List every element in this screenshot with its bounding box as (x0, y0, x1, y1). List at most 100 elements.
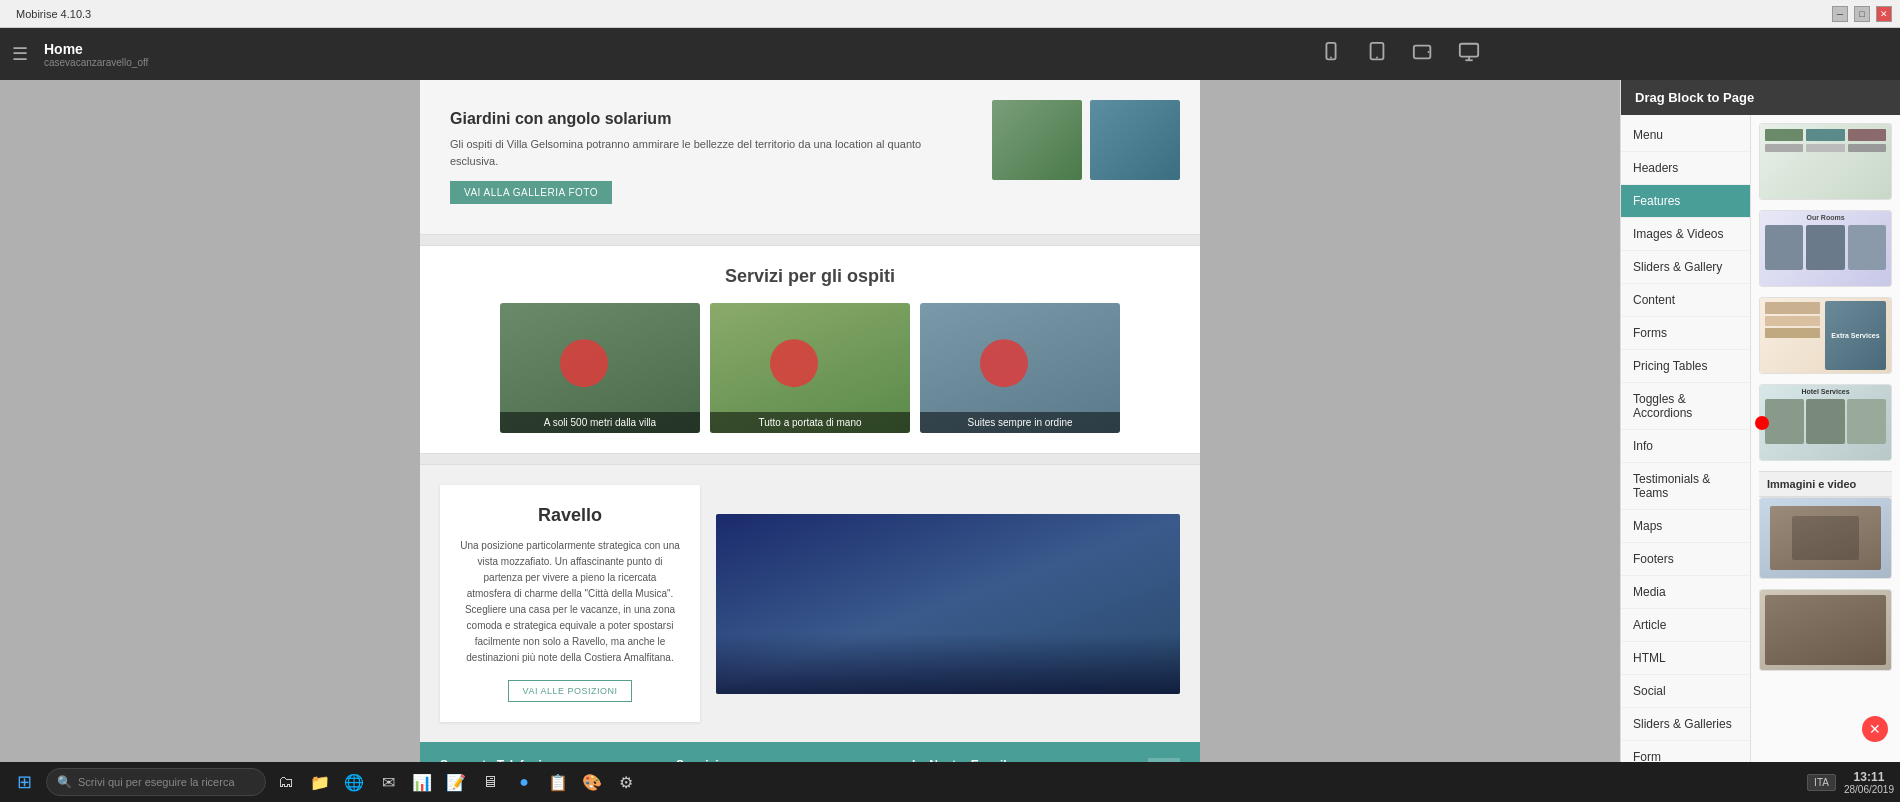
maximize-button[interactable]: □ (1854, 6, 1870, 22)
language-badge: ITA (1807, 774, 1836, 791)
garden-image-2 (1090, 100, 1180, 180)
category-article[interactable]: Article (1621, 609, 1750, 642)
taskbar-icon-3[interactable]: 🌐 (338, 766, 370, 798)
taskbar-icon-chrome[interactable]: ● (508, 766, 540, 798)
category-features[interactable]: Features (1621, 185, 1750, 218)
category-menu[interactable]: Menu (1621, 119, 1750, 152)
app-header: ☰ Home casevacanzaravello_off (0, 28, 1900, 80)
taskbar-right: ITA 13:11 28/06/2019 (1807, 770, 1894, 795)
category-media[interactable]: Media (1621, 576, 1750, 609)
ravello-desc: Una posizione particolarmente strategica… (460, 538, 680, 666)
category-headers[interactable]: Headers (1621, 152, 1750, 185)
immagini-group-label: Immagini e video (1759, 471, 1892, 497)
ravello-cta-button[interactable]: VAI ALLE POSIZIONI (508, 680, 633, 702)
app-subtitle: casevacanzaravello_off (44, 57, 148, 68)
taskbar-icon-1[interactable]: 🗂 (270, 766, 302, 798)
thumb-immagini-2[interactable] (1759, 589, 1892, 671)
category-maps[interactable]: Maps (1621, 510, 1750, 543)
gardens-text: Giardini con angolo solarium Gli ospiti … (440, 100, 980, 214)
service-card-3-bg: Suites sempre in ordine (920, 303, 1120, 433)
taskbar-icons: 🗂 📁 🌐 ✉ 📊 📝 🖥 ● 📋 🎨 ⚙ (270, 766, 642, 798)
search-icon: 🔍 (57, 775, 72, 789)
service-card-1-bg: A soli 500 metri dalla villa (500, 303, 700, 433)
viewport-desktop[interactable] (1450, 37, 1488, 72)
service-card-3[interactable]: Suites sempre in ordine (920, 303, 1120, 433)
section-divider-2 (420, 453, 1200, 465)
service-label-1: A soli 500 metri dalla villa (500, 412, 700, 433)
thumb-features-extra-services[interactable]: Extra Services (1759, 297, 1892, 374)
canvas-area[interactable]: Giardini con angolo solarium Gli ospiti … (0, 80, 1620, 802)
minimize-button[interactable]: ─ (1832, 6, 1848, 22)
close-button[interactable]: ✕ (1876, 6, 1892, 22)
category-pricing-tables[interactable]: Pricing Tables (1621, 350, 1750, 383)
search-placeholder: Scrivi qui per eseguire la ricerca (78, 776, 235, 788)
category-toggles-accordions[interactable]: Toggles & Accordions (1621, 383, 1750, 430)
thumbnails-area[interactable]: Our Rooms (1751, 115, 1900, 802)
taskbar-icon-6[interactable]: 📝 (440, 766, 472, 798)
window-controls: ─ □ ✕ (1832, 6, 1892, 22)
service-dot-2 (770, 339, 818, 387)
category-social[interactable]: Social (1621, 675, 1750, 708)
category-html[interactable]: HTML (1621, 642, 1750, 675)
service-card-2[interactable]: Tutto a portata di mano (710, 303, 910, 433)
taskbar-icon-2[interactable]: 📁 (304, 766, 336, 798)
gardens-section: Giardini con angolo solarium Gli ospiti … (420, 80, 1200, 234)
ravello-title: Ravello (460, 505, 680, 526)
category-content[interactable]: Content (1621, 284, 1750, 317)
services-title: Servizi per gli ospiti (440, 266, 1180, 287)
panel-close-button[interactable]: ✕ (1862, 716, 1888, 742)
gardens-cta-button[interactable]: VAI ALLA GALLERIA FOTO (450, 181, 612, 204)
right-panel: Drag Block to Page Menu Headers Features… (1620, 80, 1900, 802)
taskbar-clock: 13:11 28/06/2019 (1844, 770, 1894, 795)
thumb-features-hotel-services-image: Hotel Services (1760, 385, 1891, 460)
category-sliders-galleries[interactable]: Sliders & Galleries (1621, 708, 1750, 741)
app-title-block: Home casevacanzaravello_off (44, 41, 148, 68)
app-title: Home (44, 41, 148, 57)
service-dot-1 (560, 339, 608, 387)
category-footers[interactable]: Footers (1621, 543, 1750, 576)
viewport-tablet-landscape[interactable] (1404, 37, 1442, 72)
thumb-features-our-rooms-image: Our Rooms (1760, 211, 1891, 286)
category-sliders-gallery[interactable]: Sliders & Gallery (1621, 251, 1750, 284)
taskbar: ⊞ 🔍 Scrivi qui per eseguire la ricerca 🗂… (0, 762, 1900, 802)
viewport-controls (1312, 37, 1488, 72)
ravello-image (716, 514, 1180, 694)
panel-body: Menu Headers Features Images & Videos Sl… (1621, 115, 1900, 802)
page-content: Giardini con angolo solarium Gli ospiti … (420, 80, 1200, 802)
category-info[interactable]: Info (1621, 430, 1750, 463)
taskbar-icon-8[interactable]: 📋 (542, 766, 574, 798)
thumb-immagini-1-image (1760, 498, 1891, 578)
svg-rect-6 (1460, 43, 1478, 56)
service-dot-3 (980, 339, 1028, 387)
category-images-videos[interactable]: Images & Videos (1621, 218, 1750, 251)
thumb-features-staff[interactable] (1759, 123, 1892, 200)
category-list: Menu Headers Features Images & Videos Sl… (1621, 115, 1751, 802)
taskbar-icon-10[interactable]: ⚙ (610, 766, 642, 798)
window-title: Mobirise 4.10.3 (8, 8, 91, 20)
svg-point-5 (1428, 51, 1430, 53)
thumb-features-hotel-services[interactable]: Hotel Services (1759, 384, 1892, 461)
thumb-immagini-1[interactable] (1759, 497, 1892, 579)
thumb-features-staff-image (1760, 124, 1891, 199)
taskbar-icon-9[interactable]: 🎨 (576, 766, 608, 798)
service-card-1[interactable]: A soli 500 metri dalla villa (500, 303, 700, 433)
start-button[interactable]: ⊞ (6, 764, 42, 800)
svg-point-3 (1376, 56, 1378, 58)
thumb-features-our-rooms[interactable]: Our Rooms (1759, 210, 1892, 287)
taskbar-icon-5[interactable]: 📊 (406, 766, 438, 798)
ravello-section: Ravello Una posizione particolarmente st… (420, 465, 1200, 742)
ravello-text: Ravello Una posizione particolarmente st… (440, 485, 700, 722)
taskbar-search[interactable]: 🔍 Scrivi qui per eseguire la ricerca (46, 768, 266, 796)
viewport-tablet[interactable] (1358, 37, 1396, 72)
taskbar-icon-7[interactable]: 🖥 (474, 766, 506, 798)
hamburger-menu[interactable]: ☰ (12, 43, 28, 65)
main-layout: Giardini con angolo solarium Gli ospiti … (0, 80, 1900, 802)
viewport-mobile[interactable] (1312, 37, 1350, 72)
taskbar-icon-4[interactable]: ✉ (372, 766, 404, 798)
service-label-2: Tutto a portata di mano (710, 412, 910, 433)
category-testimonials-teams[interactable]: Testimonials & Teams (1621, 463, 1750, 510)
services-section: Servizi per gli ospiti A soli 500 metri … (420, 246, 1200, 453)
category-forms[interactable]: Forms (1621, 317, 1750, 350)
section-divider-1 (420, 234, 1200, 246)
thumb-immagini-2-image (1760, 590, 1891, 670)
